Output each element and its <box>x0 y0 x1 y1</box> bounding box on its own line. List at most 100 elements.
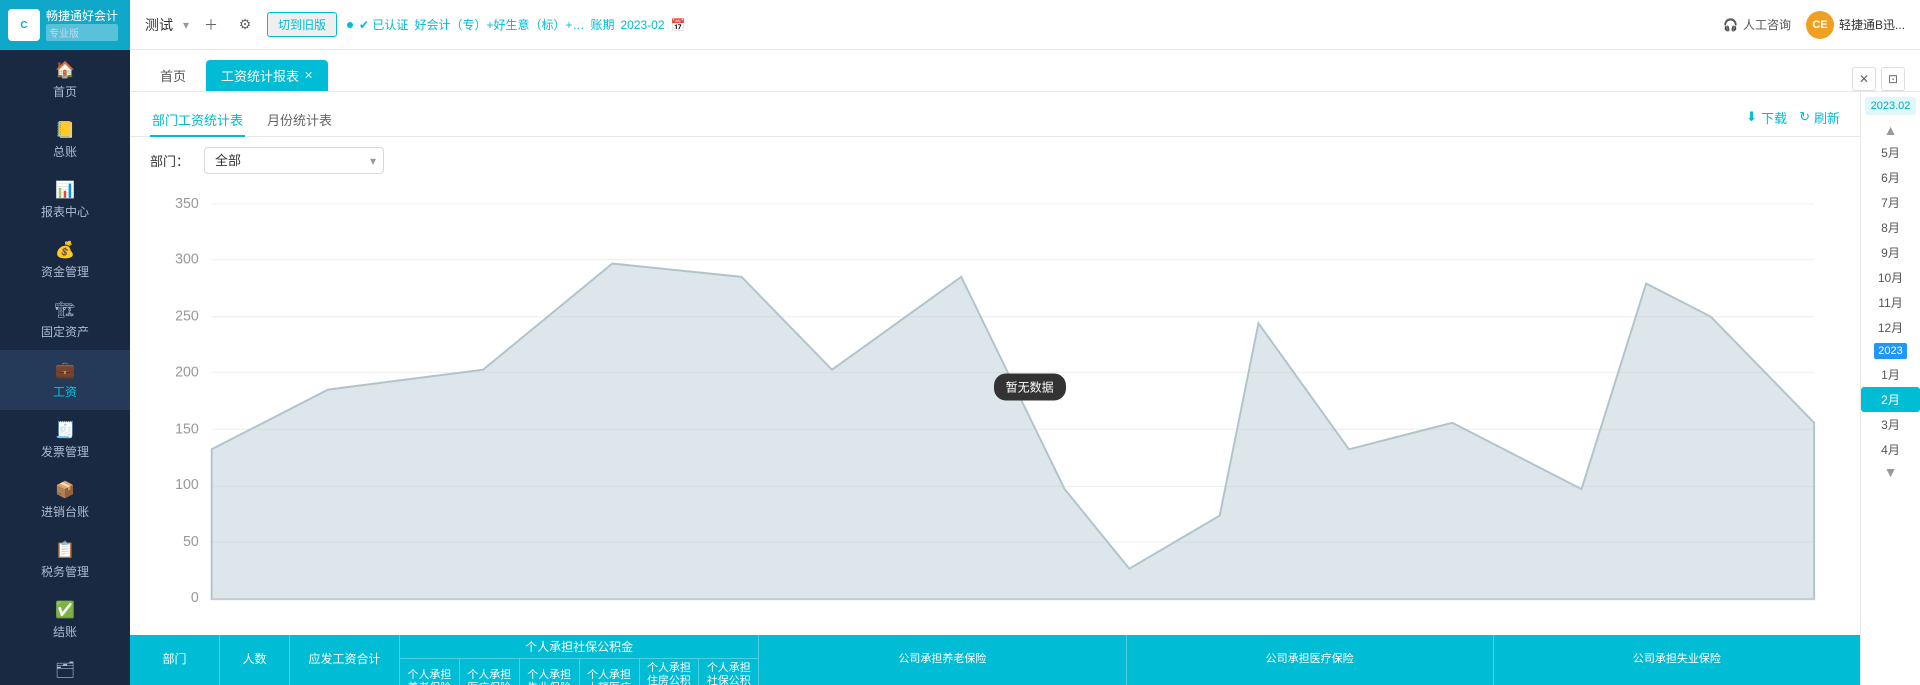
svg-text:150: 150 <box>175 421 199 437</box>
download-label: 下载 <box>1761 108 1787 127</box>
svg-text:250: 250 <box>175 308 199 324</box>
tab-salary-report[interactable]: 工资统计报表 ✕ <box>206 60 328 91</box>
sidebar-item-settle[interactable]: ✅ 结账 <box>0 590 130 650</box>
sidebar-label-report: 报表中心 <box>41 203 89 220</box>
calendar-icon[interactable]: 📅 <box>671 18 686 32</box>
th-personal-housing: 个人承担住房公积金 <box>640 659 700 685</box>
fund-icon: 💰 <box>55 240 75 260</box>
tab-close-icon[interactable]: ✕ <box>304 69 313 82</box>
switch-old-btn[interactable]: 切到旧版 <box>267 12 337 37</box>
avatar: CE <box>1806 11 1834 39</box>
content-area: 部门工资统计表 月份统计表 ⬇ 下载 ↻ 刷新 <box>130 92 1920 685</box>
rp-month-feb[interactable]: 2月 <box>1861 387 1920 412</box>
window-controls: ✕ ⊡ <box>1852 67 1905 91</box>
sidebar: C 畅捷通好会计 专业版 🏠 首页 📒 总账 📊 报表中心 💰 资金管理 🏗 固… <box>0 0 130 685</box>
dept-label: 部门： <box>150 151 189 170</box>
logo-name: 畅捷通好会计 <box>46 9 118 25</box>
th-count: 人数 <box>220 635 290 685</box>
dept-select[interactable]: 全部 销售部 财务部 技术部 管理部 <box>204 147 384 174</box>
subtab-month-label: 月份统计表 <box>267 113 332 128</box>
th-group-personal: 个人承担社保公积金 个人承担养老保险 个人承担医疗保险 个人承担失业保险 个人承… <box>400 635 759 685</box>
tags-text: 好会计（专）+好生意（标）+… <box>414 16 584 33</box>
app-logo: C 畅捷通好会计 专业版 <box>0 0 130 50</box>
sidebar-item-salary[interactable]: 💼 工资 <box>0 350 130 410</box>
company-dropdown-icon[interactable]: ▾ <box>183 18 189 32</box>
th-personal-pension: 个人承担养老保险 <box>400 659 460 685</box>
tab-salary-label: 工资统计报表 <box>221 66 299 85</box>
refresh-icon: ↻ <box>1799 109 1810 125</box>
status-area: ✔ 已认证 好会计（专）+好生意（标）+… 账期 2023-02 📅 <box>347 16 685 33</box>
th-personal-unemployment: 个人承担失业保险 <box>520 659 580 685</box>
rp-month-dec[interactable]: 12月 <box>1861 315 1920 340</box>
tab-home[interactable]: 首页 <box>145 60 201 91</box>
subtabs: 部门工资统计表 月份统计表 ⬇ 下载 ↻ 刷新 <box>130 92 1860 137</box>
download-btn[interactable]: ⬇ 下载 <box>1746 108 1787 127</box>
sidebar-item-ledger[interactable]: 📒 总账 <box>0 110 130 170</box>
home-icon: 🏠 <box>55 60 75 80</box>
ledger-icon: 📒 <box>55 120 75 140</box>
rp-year-2023-tag[interactable]: 2023 <box>1874 343 1906 359</box>
service-btn[interactable]: 🎧 人工咨询 <box>1723 16 1791 33</box>
rp-year-display[interactable]: 2023.02 <box>1865 97 1917 115</box>
th-total-salary: 应发工资合计 <box>290 635 400 685</box>
salary-icon: 💼 <box>55 360 75 380</box>
rp-month-nov[interactable]: 11月 <box>1861 290 1920 315</box>
sidebar-label-asset: 固定资产 <box>41 323 89 340</box>
rp-up-arrow[interactable]: ▲ <box>1882 120 1900 140</box>
rp-month-oct[interactable]: 10月 <box>1861 265 1920 290</box>
expand-window-btn[interactable]: ⊡ <box>1881 67 1905 91</box>
th-dept: 部门 <box>130 635 220 685</box>
status-text: ✔ 已认证 <box>359 16 408 33</box>
gear-icon[interactable]: ⚙ <box>233 13 257 37</box>
period-value: 2023-02 <box>620 18 664 32</box>
sales-icon: 📦 <box>55 480 75 500</box>
sidebar-label-salary: 工资 <box>53 383 77 400</box>
sidebar-label-home: 首页 <box>53 83 77 100</box>
rp-month-jan[interactable]: 1月 <box>1861 362 1920 387</box>
rp-month-sep[interactable]: 9月 <box>1861 240 1920 265</box>
subtab-dept[interactable]: 部门工资统计表 <box>150 104 245 137</box>
svg-text:50: 50 <box>183 534 199 550</box>
report-icon: 📊 <box>55 180 75 200</box>
sidebar-item-fund[interactable]: 💰 资金管理 <box>0 230 130 290</box>
subtab-actions: ⬇ 下载 ↻ 刷新 <box>1746 108 1840 127</box>
rp-month-aug[interactable]: 8月 <box>1861 215 1920 240</box>
rp-down-arrow[interactable]: ▼ <box>1882 462 1900 482</box>
subtab-dept-label: 部门工资统计表 <box>152 113 243 128</box>
sidebar-item-tax[interactable]: 📋 税务管理 <box>0 530 130 590</box>
rp-month-jul[interactable]: 7月 <box>1861 190 1920 215</box>
svg-text:100: 100 <box>175 477 199 493</box>
main-area: 测试 ▾ ＋ ⚙ 切到旧版 ✔ 已认证 好会计（专）+好生意（标）+… 账期 2… <box>130 0 1920 685</box>
sidebar-item-report[interactable]: 📊 报表中心 <box>0 170 130 230</box>
sidebar-label-sales: 进销台账 <box>41 503 89 520</box>
th-company-medical: 公司承担医疗保险 <box>1127 635 1494 685</box>
rp-month-may[interactable]: 5月 <box>1861 140 1920 165</box>
chart-svg: 350 300 250 200 150 100 50 0 <box>160 184 1840 635</box>
status-dot <box>347 22 353 28</box>
sidebar-item-sales[interactable]: 📦 进销台账 <box>0 470 130 530</box>
headphone-icon: 🎧 <box>1723 18 1738 32</box>
topbar-right: 🎧 人工咨询 CE 轻捷通B迅... <box>1723 11 1905 39</box>
asset-icon: 🏗 <box>55 300 75 320</box>
sidebar-item-archive[interactable]: 🗂 归档管理 <box>0 650 130 685</box>
company-name: 测试 <box>145 15 173 35</box>
topbar: 测试 ▾ ＋ ⚙ 切到旧版 ✔ 已认证 好会计（专）+好生意（标）+… 账期 2… <box>130 0 1920 50</box>
rp-month-apr[interactable]: 4月 <box>1861 437 1920 462</box>
refresh-btn[interactable]: ↻ 刷新 <box>1799 108 1840 127</box>
sidebar-item-invoice[interactable]: 🧾 发票管理 <box>0 410 130 470</box>
rp-month-jun[interactable]: 6月 <box>1861 165 1920 190</box>
subtab-month[interactable]: 月份统计表 <box>265 104 334 137</box>
bottom-table: 部门 人数 应发工资合计 个人承担社保公积金 个人承担养老保险 个人承担医疗保险 <box>130 635 1860 685</box>
toolbar: 部门： 全部 销售部 财务部 技术部 管理部 ▾ <box>130 137 1860 184</box>
user-info[interactable]: CE 轻捷通B迅... <box>1806 11 1905 39</box>
chart-container: 350 300 250 200 150 100 50 0 <box>130 184 1860 635</box>
logo-icon: C <box>8 9 40 41</box>
rp-month-mar[interactable]: 3月 <box>1861 412 1920 437</box>
sidebar-item-asset[interactable]: 🏗 固定资产 <box>0 290 130 350</box>
right-panel: 2023.02 ▲ 5月 6月 7月 8月 9月 10月 11月 12月 202… <box>1860 92 1920 685</box>
add-icon[interactable]: ＋ <box>199 13 223 37</box>
chart-area <box>212 264 1814 600</box>
th-personal-total: 个人承担社保公积金合计 <box>699 659 758 685</box>
sidebar-item-home[interactable]: 🏠 首页 <box>0 50 130 110</box>
close-window-btn[interactable]: ✕ <box>1852 67 1876 91</box>
